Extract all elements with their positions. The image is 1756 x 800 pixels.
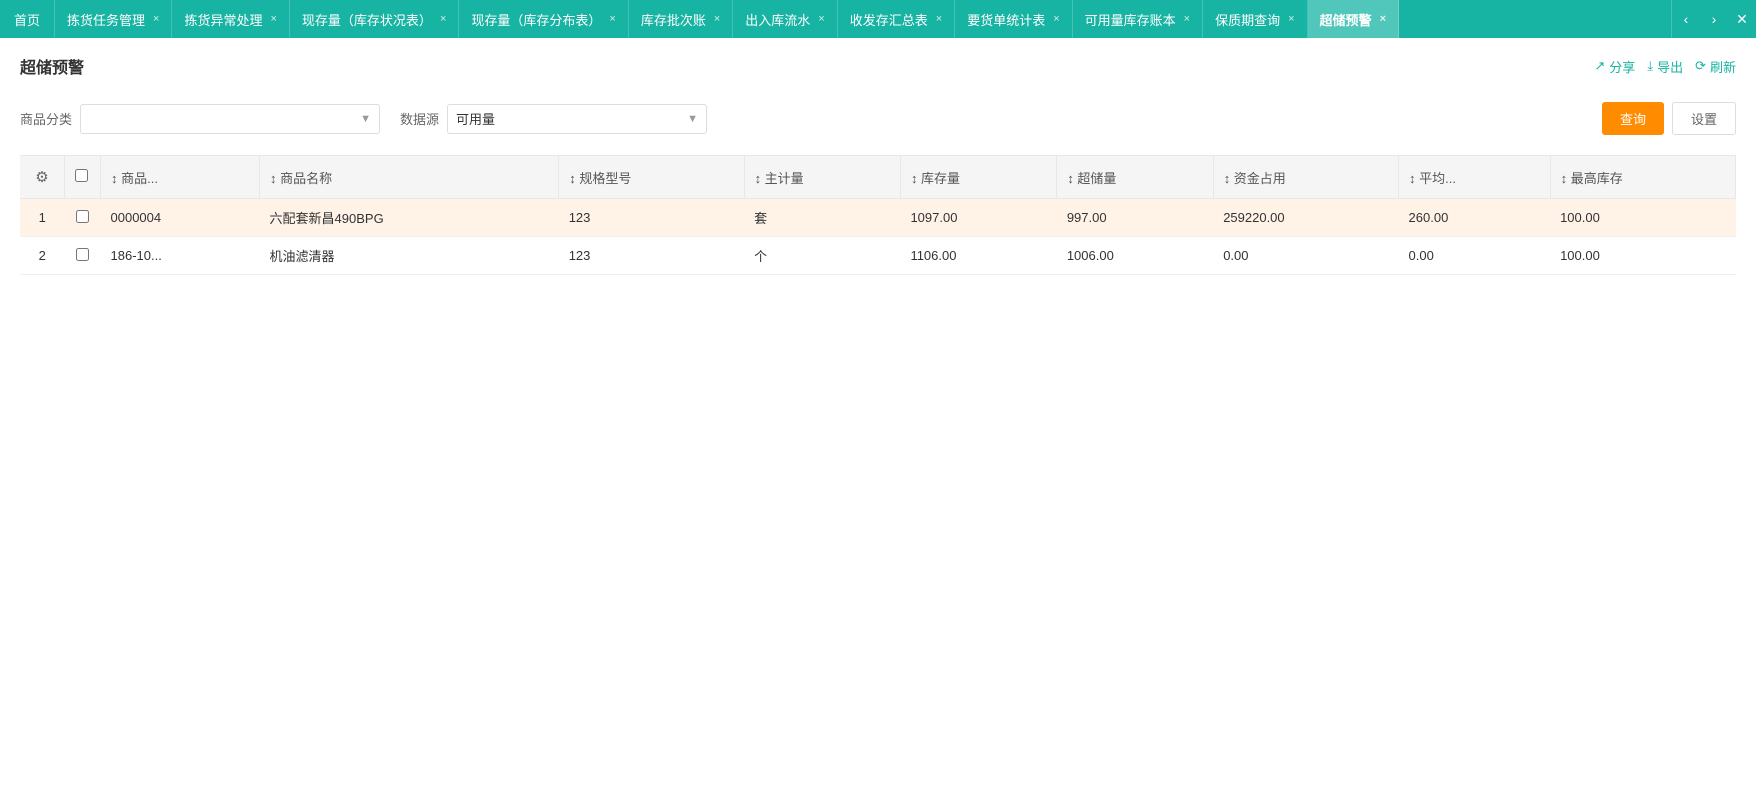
- nav-close-button[interactable]: ✕: [1728, 0, 1756, 38]
- row-checkbox-cell: [65, 237, 101, 275]
- row-code: 0000004: [101, 199, 260, 237]
- gear-icon[interactable]: ⚙: [30, 165, 54, 189]
- row-checkbox-cell: [65, 199, 101, 237]
- share-icon: ↗: [1594, 58, 1605, 74]
- export-link[interactable]: ⤓ 导出: [1647, 57, 1683, 76]
- nav-tab-要货单统计表[interactable]: 要货单统计表×: [955, 0, 1072, 38]
- row-stock: 1106.00: [900, 237, 1056, 275]
- col-header-avg[interactable]: ↕ 平均...: [1399, 156, 1551, 199]
- close-icon[interactable]: ×: [1053, 13, 1059, 25]
- close-icon[interactable]: ×: [609, 13, 615, 25]
- datasource-chevron-icon: ▼: [687, 113, 698, 125]
- select-all-checkbox[interactable]: [75, 169, 88, 182]
- col-header-gear: ⚙: [20, 156, 65, 199]
- close-icon[interactable]: ×: [818, 13, 824, 25]
- close-icon[interactable]: ×: [1184, 13, 1190, 25]
- col-header-max[interactable]: ↕ 最高库存: [1550, 156, 1735, 199]
- row-max: 100.00: [1550, 199, 1735, 237]
- close-icon[interactable]: ×: [153, 13, 159, 25]
- category-filter-group: 商品分类 ▼: [20, 104, 380, 134]
- datasource-label: 数据源: [400, 109, 439, 128]
- close-icon[interactable]: ×: [440, 13, 446, 25]
- nav-arrows: ‹ › ✕: [1671, 0, 1756, 38]
- close-icon[interactable]: ×: [270, 13, 276, 25]
- header-actions: ↗ 分享 ⤓ 导出 ⟳ 刷新: [1594, 57, 1736, 76]
- export-icon: ⤓: [1647, 58, 1653, 74]
- row-name: 六配套新昌490BPG: [260, 199, 559, 237]
- nav-tab-拣货异常处理[interactable]: 拣货异常处理×: [172, 0, 289, 38]
- nav-bar: 首页 拣货任务管理×拣货异常处理×现存量（库存状况表）×现存量（库存分布表）×库…: [0, 0, 1756, 38]
- datasource-filter-group: 数据源 可用量 ▼: [400, 104, 707, 134]
- page-header: 超储预警 ↗ 分享 ⤓ 导出 ⟳ 刷新: [20, 54, 1736, 78]
- nav-tab-超储预警[interactable]: 超储预警×: [1308, 0, 1399, 38]
- page-content: 超储预警 ↗ 分享 ⤓ 导出 ⟳ 刷新 商品分类 ▼ 数据源: [0, 38, 1756, 800]
- data-table: ⚙ ↕ 商品... ↕ 商品名称 ↕ 规格型号 ↕ 主计量 ↕: [20, 155, 1736, 275]
- col-header-stock[interactable]: ↕ 库存量: [900, 156, 1056, 199]
- filter-actions: 查询 设置: [1602, 102, 1736, 135]
- nav-tab-库存批次账[interactable]: 库存批次账×: [629, 0, 733, 38]
- category-select[interactable]: ▼: [80, 104, 380, 134]
- row-max: 100.00: [1550, 237, 1735, 275]
- row-capital: 0.00: [1213, 237, 1398, 275]
- category-label: 商品分类: [20, 109, 72, 128]
- col-header-over[interactable]: ↕ 超储量: [1057, 156, 1213, 199]
- row-number: 2: [20, 237, 65, 275]
- row-code: 186-10...: [101, 237, 260, 275]
- filter-bar: 商品分类 ▼ 数据源 可用量 ▼ 查询 设置: [20, 94, 1736, 143]
- settings-button[interactable]: 设置: [1672, 102, 1736, 135]
- row-checkbox[interactable]: [76, 210, 89, 223]
- col-header-code[interactable]: ↕ 商品...: [101, 156, 260, 199]
- refresh-icon: ⟳: [1695, 58, 1706, 74]
- row-unit: 个: [744, 237, 900, 275]
- table-row: 1 0000004 六配套新昌490BPG 123 套 1097.00 997.…: [20, 199, 1736, 237]
- row-over: 997.00: [1057, 199, 1213, 237]
- col-header-spec[interactable]: ↕ 规格型号: [559, 156, 744, 199]
- row-avg: 0.00: [1399, 237, 1551, 275]
- row-number: 1: [20, 199, 65, 237]
- nav-prev-button[interactable]: ‹: [1672, 0, 1700, 38]
- table-header-row: ⚙ ↕ 商品... ↕ 商品名称 ↕ 规格型号 ↕ 主计量 ↕: [20, 156, 1736, 199]
- datasource-select[interactable]: 可用量 ▼: [447, 104, 707, 134]
- page-title: 超储预警: [20, 54, 84, 78]
- datasource-select-value: 可用量: [456, 109, 495, 128]
- row-over: 1006.00: [1057, 237, 1213, 275]
- row-unit: 套: [744, 199, 900, 237]
- row-checkbox[interactable]: [76, 248, 89, 261]
- category-chevron-icon: ▼: [360, 113, 371, 125]
- nav-tab-收发存汇总表[interactable]: 收发存汇总表×: [838, 0, 955, 38]
- close-icon[interactable]: ×: [1380, 13, 1386, 25]
- nav-tab-保质期查询[interactable]: 保质期查询×: [1203, 0, 1307, 38]
- row-spec: 123: [559, 199, 744, 237]
- table-row: 2 186-10... 机油滤清器 123 个 1106.00 1006.00 …: [20, 237, 1736, 275]
- row-capital: 259220.00: [1213, 199, 1398, 237]
- nav-tab-拣货任务管理[interactable]: 拣货任务管理×: [55, 0, 172, 38]
- close-icon[interactable]: ×: [936, 13, 942, 25]
- query-button[interactable]: 查询: [1602, 102, 1664, 135]
- col-header-name[interactable]: ↕ 商品名称: [260, 156, 559, 199]
- nav-tab-现存量库存状况表[interactable]: 现存量（库存状况表）×: [290, 0, 459, 38]
- col-header-unit[interactable]: ↕ 主计量: [744, 156, 900, 199]
- nav-tab-出入库流水[interactable]: 出入库流水×: [733, 0, 837, 38]
- row-stock: 1097.00: [900, 199, 1056, 237]
- refresh-link[interactable]: ⟳ 刷新: [1695, 57, 1736, 76]
- nav-tab-可用量库存账本[interactable]: 可用量库存账本×: [1073, 0, 1203, 38]
- row-name: 机油滤清器: [260, 237, 559, 275]
- col-header-checkbox: [65, 156, 101, 199]
- row-avg: 260.00: [1399, 199, 1551, 237]
- row-spec: 123: [559, 237, 744, 275]
- nav-next-button[interactable]: ›: [1700, 0, 1728, 38]
- nav-home[interactable]: 首页: [0, 0, 55, 38]
- close-icon[interactable]: ×: [714, 13, 720, 25]
- close-icon[interactable]: ×: [1288, 13, 1294, 25]
- col-header-capital[interactable]: ↕ 资金占用: [1213, 156, 1398, 199]
- share-link[interactable]: ↗ 分享: [1594, 57, 1635, 76]
- nav-tab-现存量库存分布表[interactable]: 现存量（库存分布表）×: [459, 0, 628, 38]
